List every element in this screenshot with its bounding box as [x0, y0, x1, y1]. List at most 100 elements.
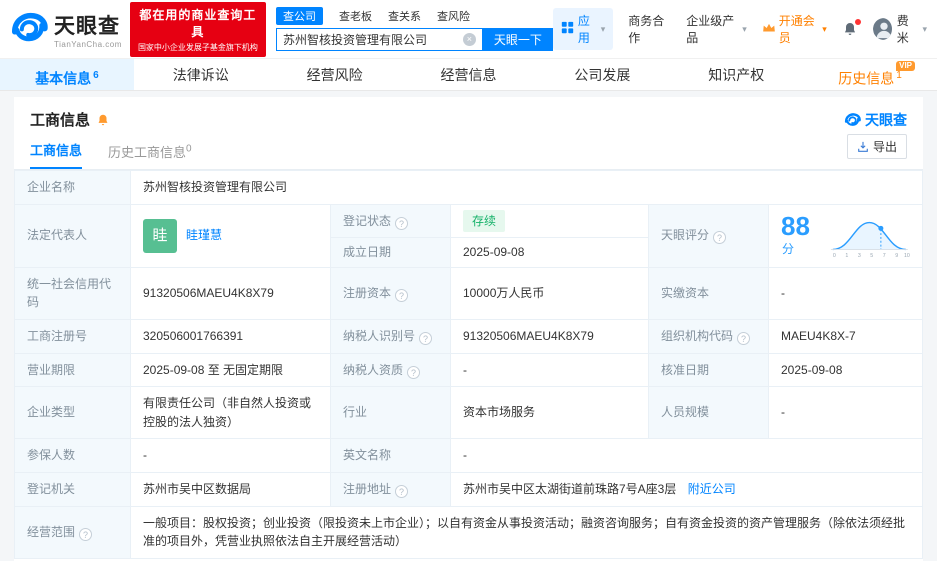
org-code-value: MAEU4K8X-7	[768, 318, 923, 354]
svg-text:3: 3	[858, 253, 861, 259]
help-icon[interactable]: ?	[395, 289, 409, 303]
search-input[interactable]	[282, 32, 463, 47]
chevron-down-icon: ▾	[742, 23, 747, 34]
field-label: 登记状态?	[330, 203, 451, 239]
tab-basic-info-label: 基本信息	[35, 70, 92, 87]
search-area: 查公司 查老板 查关系 查风险 × 天眼一下	[275, 7, 553, 51]
vip-badge: VIP	[896, 61, 916, 71]
field-label: 纳税人识别号?	[330, 318, 451, 354]
nearby-companies-link[interactable]: 附近公司	[688, 482, 736, 496]
score-distribution-chart: 0 1 3 5 7 9 10	[831, 221, 910, 259]
help-icon[interactable]: ?	[79, 527, 93, 541]
search-button[interactable]: 天眼一下	[482, 28, 553, 51]
promo-banner: 都在用的商业查询工具 国家中小企业发展子基金旗下机构	[129, 1, 266, 57]
clear-search-icon[interactable]: ×	[462, 33, 476, 46]
notifications-button[interactable]	[842, 19, 861, 37]
reg-authority-value: 苏州市吴中区数据局	[130, 471, 331, 507]
business-info-table: 企业名称 苏州智核投资管理有限公司 法定代表人 眭 眭瑾慧 登记状态? 存续 天…	[14, 170, 923, 559]
tab-operation-risk[interactable]: 经营风险	[268, 59, 402, 90]
svg-text:9: 9	[896, 253, 899, 259]
reg-number-value: 320506001766391	[130, 318, 331, 354]
field-label: 营业期限	[14, 352, 131, 388]
chevron-down-icon: ▾	[600, 23, 606, 34]
monitor-bell-icon[interactable]	[96, 113, 110, 127]
status-badge: 存续	[463, 209, 506, 233]
svg-text:5: 5	[871, 253, 874, 259]
export-button[interactable]: 导出	[846, 134, 907, 159]
apps-menu-button[interactable]: 应用 ▾	[552, 8, 614, 50]
subtab-history-business-info[interactable]: 历史工商信息0	[108, 142, 192, 169]
row-company-type: 企业类型 有限责任公司（非自然人投资或控股的法人独资） 行业 资本市场服务 人员…	[14, 386, 923, 440]
field-label: 企业类型	[14, 386, 131, 440]
field-label: 登记机关	[14, 471, 131, 507]
header-right-nav: 应用 ▾ 商务合作 企业级产品 ▾ 开通会员 ▾ 费米 ▾	[552, 8, 927, 50]
help-icon[interactable]: ?	[395, 484, 409, 498]
chevron-down-icon: ▾	[922, 23, 927, 34]
legal-rep-link[interactable]: 眭瑾慧	[186, 226, 222, 245]
subtab-business-info[interactable]: 工商信息	[30, 140, 83, 169]
help-icon[interactable]: ?	[713, 231, 727, 245]
business-info-card: 工商信息 天眼查 工商信息 历史工商信息0 导出 企业名称 苏州智核投资管理有限…	[14, 97, 923, 561]
reg-capital-value: 10000万人民币	[450, 266, 649, 320]
search-tab-relation[interactable]: 查关系	[388, 8, 421, 24]
paid-capital-value: -	[768, 266, 923, 320]
help-icon[interactable]: ?	[407, 365, 421, 379]
card-brand-watermark: 天眼查	[844, 110, 907, 130]
company-type-value: 有限责任公司（非自然人投资或控股的法人独资）	[130, 386, 331, 440]
row-legal-rep: 法定代表人 眭 眭瑾慧 登记状态? 存续 天眼评分? 88分 0 1 3 5 7…	[14, 203, 923, 268]
tab-legal-litigation[interactable]: 法律诉讼	[134, 59, 268, 90]
score-cell: 88分 0 1 3 5 7 9 10	[768, 203, 923, 268]
export-icon	[858, 141, 868, 152]
search-type-tabs: 查公司 查老板 查关系 查风险	[275, 7, 553, 25]
field-label: 成立日期	[330, 237, 451, 268]
tab-intellectual-property[interactable]: 知识产权	[669, 59, 803, 90]
field-label: 工商注册号	[14, 318, 131, 354]
apps-label: 应用	[577, 14, 590, 45]
search-tab-company[interactable]: 查公司	[275, 7, 323, 25]
field-label: 英文名称	[330, 438, 451, 473]
main-content: 工商信息 天眼查 工商信息 历史工商信息0 导出 企业名称 苏州智核投资管理有限…	[0, 91, 937, 561]
tab-company-development[interactable]: 公司发展	[535, 59, 669, 90]
search-tab-boss[interactable]: 查老板	[339, 8, 372, 24]
field-label: 注册资本?	[330, 266, 451, 320]
row-reg-number: 工商注册号 320506001766391 纳税人识别号? 91320506MA…	[14, 318, 923, 354]
field-label: 行业	[330, 386, 451, 440]
promo-line2: 国家中小企业发展子基金旗下机构	[137, 42, 258, 52]
row-company-name: 企业名称 苏州智核投资管理有限公司	[14, 170, 923, 205]
english-name-value: -	[450, 438, 923, 473]
enterprise-products-link[interactable]: 企业级产品 ▾	[686, 12, 747, 46]
business-term-value: 2025-09-08 至 无固定期限	[130, 352, 331, 388]
tab-basic-info[interactable]: 基本信息 6	[0, 59, 134, 90]
field-label: 组织机构代码?	[648, 318, 769, 354]
brand-domain: TianYanCha.com	[54, 39, 122, 49]
tab-count: 6	[93, 70, 99, 81]
help-icon[interactable]: ?	[395, 216, 409, 230]
open-vip-link[interactable]: 开通会员 ▾	[762, 12, 827, 46]
reg-address-cell: 苏州市吴中区太湖街道前珠路7号A座3层 附近公司	[450, 471, 923, 507]
help-icon[interactable]: ?	[419, 331, 433, 345]
field-label: 核准日期	[648, 352, 769, 388]
tab-history-info[interactable]: 历史信息 1 VIP	[803, 59, 937, 90]
row-business-term: 营业期限 2025-09-08 至 无固定期限 纳税人资质? - 核准日期 20…	[14, 352, 923, 388]
approval-date-value: 2025-09-08	[768, 352, 923, 388]
legal-rep-avatar[interactable]: 眭	[143, 218, 177, 253]
user-avatar	[872, 18, 892, 40]
tab-operation-info[interactable]: 经营信息	[402, 59, 536, 90]
taxpayer-id-value: 91320506MAEU4K8X79	[450, 318, 649, 354]
user-menu[interactable]: 费米 ▾	[872, 12, 927, 46]
row-business-scope: 经营范围? 一般项目：股权投资；创业投资（限投资未上市企业）；以自有资金从事投资…	[14, 505, 923, 559]
field-label: 注册地址?	[330, 471, 451, 507]
field-label: 法定代表人	[14, 203, 131, 268]
brand-name: 天眼查	[54, 14, 120, 38]
tianyancha-logo[interactable]: 天眼查 TianYanCha.com	[10, 8, 122, 51]
sub-tabs: 工商信息 历史工商信息0 导出	[14, 132, 923, 170]
company-name-value: 苏州智核投资管理有限公司	[130, 170, 923, 205]
search-tab-risk[interactable]: 查风险	[437, 8, 470, 24]
credit-code-value: 91320506MAEU4K8X79	[130, 266, 331, 320]
help-icon[interactable]: ?	[737, 331, 751, 345]
business-cooperation-link[interactable]: 商务合作	[628, 12, 671, 46]
reg-address-value: 苏州市吴中区太湖街道前珠路7号A座3层	[463, 481, 677, 496]
legal-rep-cell: 眭 眭瑾慧	[130, 203, 331, 268]
tianyancha-swirl-icon	[844, 113, 861, 126]
notification-dot	[854, 19, 861, 25]
